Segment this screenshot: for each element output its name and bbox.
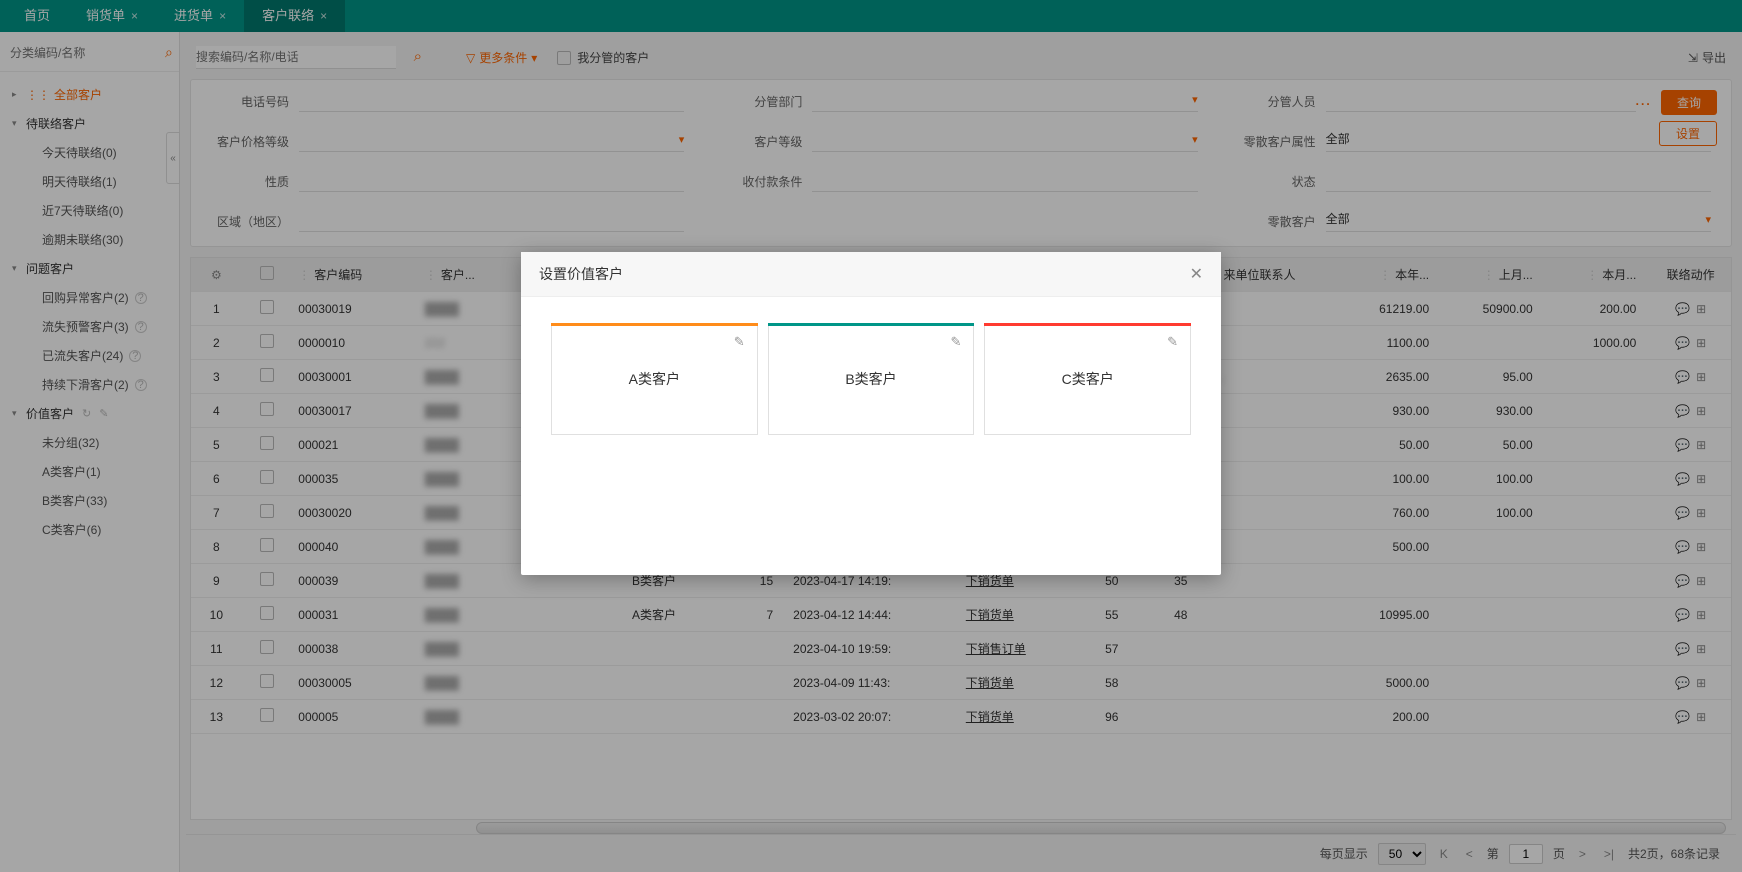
modal-mask[interactable]: 设置价值客户 ✕ ✎ A类客户 ✎ B类客户 ✎ C类客户 [0, 0, 1742, 872]
card-c-label: C类客户 [1062, 369, 1114, 389]
card-c[interactable]: ✎ C类客户 [984, 323, 1191, 435]
edit-icon[interactable]: ✎ [734, 334, 745, 350]
edit-icon[interactable]: ✎ [1167, 334, 1178, 350]
modal: 设置价值客户 ✕ ✎ A类客户 ✎ B类客户 ✎ C类客户 [521, 252, 1221, 575]
card-b[interactable]: ✎ B类客户 [768, 323, 975, 435]
card-a-label: A类客户 [629, 369, 680, 389]
card-a[interactable]: ✎ A类客户 [551, 323, 758, 435]
edit-icon[interactable]: ✎ [950, 334, 961, 350]
card-b-label: B类客户 [845, 369, 896, 389]
modal-title: 设置价值客户 [539, 264, 623, 284]
close-icon[interactable]: ✕ [1190, 264, 1203, 284]
